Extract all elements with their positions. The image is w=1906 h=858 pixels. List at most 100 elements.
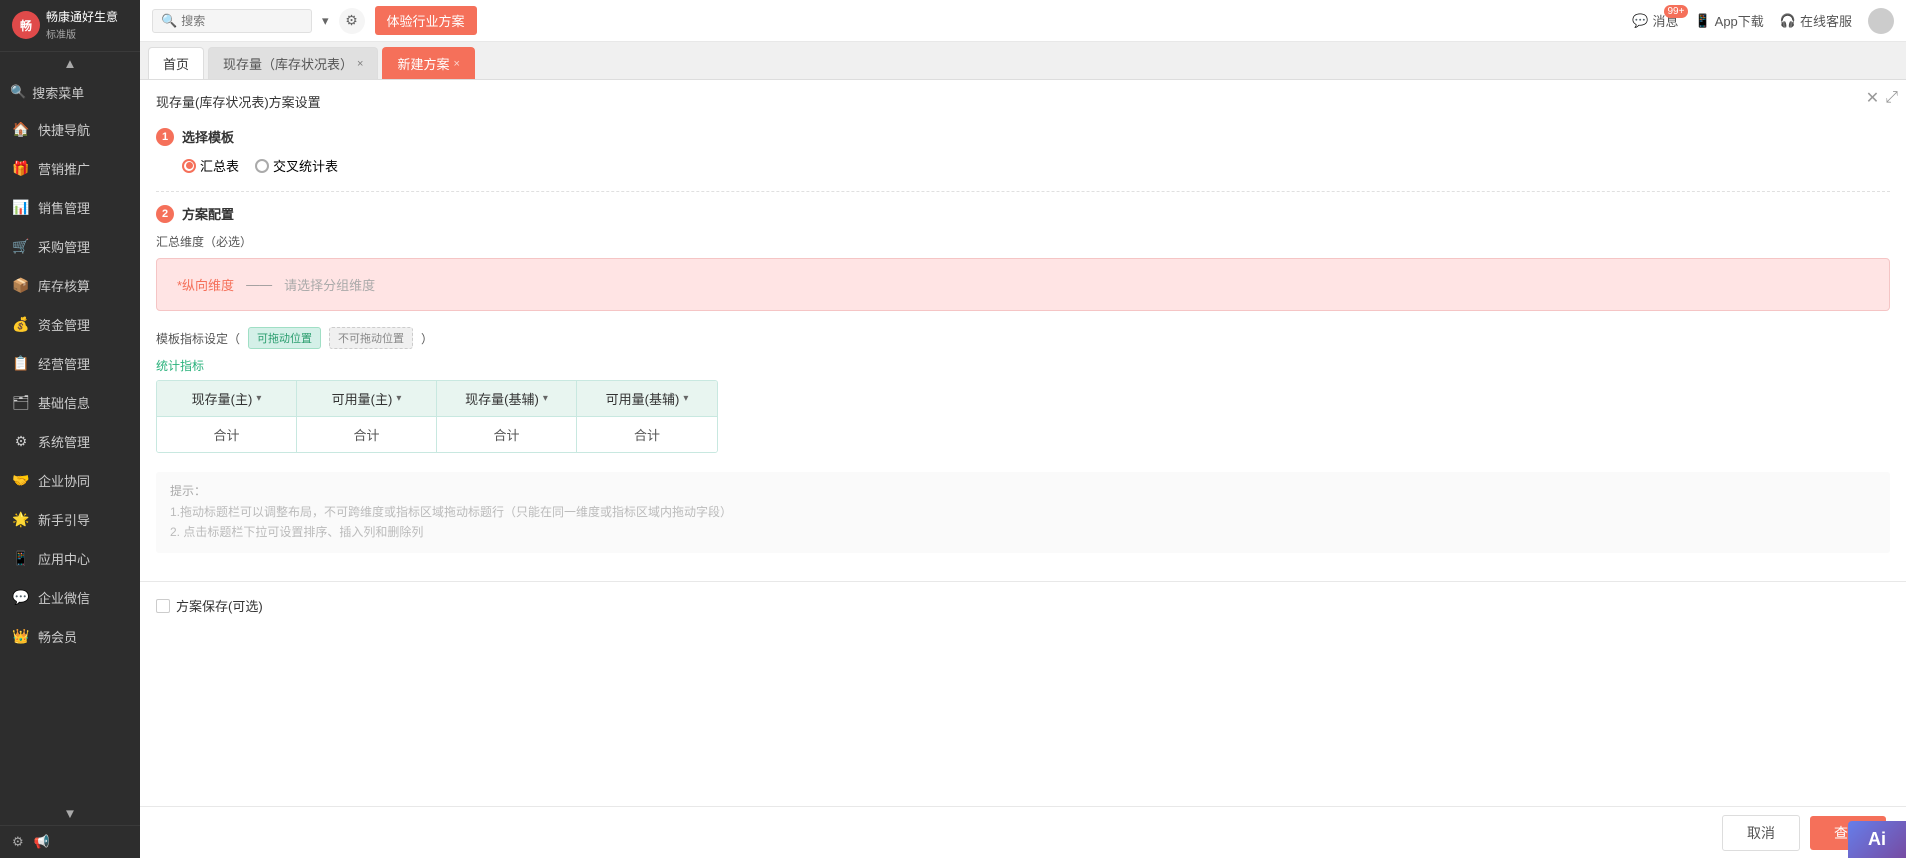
- stats-col-3-header[interactable]: 可用量(基辅) ▾: [577, 381, 717, 416]
- tips-title: 提示：: [170, 482, 1876, 499]
- sidebar: 畅 畅康通好生意 标准版 ▲ 🔍 搜索菜单 🏠 快捷导航 🎁 营销推广 📊 销售…: [0, 0, 140, 858]
- stats-config: 统计指标 现存量(主) ▾ 可用量(主) ▾: [156, 357, 1890, 456]
- topbar-dropdown[interactable]: ▾: [322, 13, 329, 29]
- step1-section: 1 选择模板 汇总表 交叉统计表: [156, 127, 1890, 175]
- sidebar-item-label: 经营管理: [38, 354, 90, 373]
- sales-icon: 📊: [12, 198, 30, 216]
- ai-badge[interactable]: Ai: [1848, 821, 1906, 858]
- plan-panel: 现存量(库存状况表)方案设置 1 选择模板 汇总表 交叉统计表: [140, 80, 1906, 581]
- settings-icon[interactable]: ⚙: [12, 834, 24, 850]
- sidebar-item-label: 基础信息: [38, 393, 90, 412]
- quick-nav-icon: 🏠: [12, 120, 30, 138]
- sidebar-item-member[interactable]: 👑 畅会员: [0, 617, 140, 656]
- save-checkbox[interactable]: [156, 599, 170, 613]
- content-area: ✕ ⤢ 现存量(库存状况表)方案设置 1 选择模板 汇总表 交叉: [140, 80, 1906, 806]
- stats-col-0-chevron[interactable]: ▾: [256, 393, 261, 404]
- stats-cell-0: 合计: [157, 416, 297, 452]
- sidebar-item-newbie[interactable]: 🌟 新手引导: [0, 500, 140, 539]
- tab-inventory-label: 现存量（库存状况表）: [223, 54, 353, 73]
- wechat-icon: 💬: [12, 588, 30, 606]
- sidebar-item-sales[interactable]: 📊 销售管理: [0, 188, 140, 227]
- step2-title: 方案配置: [182, 204, 234, 223]
- sidebar-item-label: 新手引导: [38, 510, 90, 529]
- message-count: 99+: [1664, 5, 1689, 18]
- tab-inventory-status[interactable]: 现存量（库存状况表） ×: [208, 47, 378, 79]
- movable-badge: 可拖动位置: [248, 327, 321, 349]
- cancel-button[interactable]: 取消: [1722, 815, 1800, 851]
- sidebar-item-inventory[interactable]: 📦 库存核算: [0, 266, 140, 305]
- tips-section: 提示： 1.拖动标题栏可以调整布局，不可跨维度或指标区域拖动标题行（只能在同一维…: [156, 472, 1890, 553]
- app-download-label: App下载: [1715, 11, 1764, 30]
- radio-summary[interactable]: 汇总表: [182, 156, 239, 175]
- message-badge[interactable]: 💬 消息 99+: [1632, 11, 1678, 30]
- sidebar-item-finance[interactable]: 💰 资金管理: [0, 305, 140, 344]
- speaker-icon[interactable]: 📢: [34, 834, 50, 850]
- sidebar-item-business[interactable]: 📋 经营管理: [0, 344, 140, 383]
- sidebar-item-cooperation[interactable]: 🤝 企业协同: [0, 461, 140, 500]
- cooperation-icon: 🤝: [12, 471, 30, 489]
- radio-cross-label: 交叉统计表: [273, 156, 338, 175]
- sidebar-item-wechat[interactable]: 💬 企业微信: [0, 578, 140, 617]
- action-bar: 取消 查询: [140, 806, 1906, 858]
- topbar-search-box[interactable]: 🔍: [152, 9, 312, 33]
- main-area: 🔍 ▾ ⚙ 体验行业方案 💬 消息 99+ 📱 App下载 🎧 在线客服: [140, 0, 1906, 858]
- sidebar-item-marketing[interactable]: 🎁 营销推广: [0, 149, 140, 188]
- topbar-right: 💬 消息 99+ 📱 App下载 🎧 在线客服: [1632, 8, 1894, 34]
- sidebar-item-basic-info[interactable]: 🗂 基础信息: [0, 383, 140, 422]
- system-icon: ⚙: [12, 432, 30, 450]
- stats-col-3-chevron[interactable]: ▾: [683, 393, 688, 404]
- panel-expand-button[interactable]: ⤢: [1885, 89, 1898, 107]
- radio-summary-circle: [182, 159, 196, 173]
- indicator-settings-prefix: 模板指标设定（: [156, 330, 240, 347]
- sidebar-item-system[interactable]: ⚙ 系统管理: [0, 422, 140, 461]
- sidebar-item-label: 营销推广: [38, 159, 90, 178]
- purchase-icon: 🛒: [12, 237, 30, 255]
- sidebar-scroll-down[interactable]: ▼: [0, 802, 140, 825]
- stats-col-0-header[interactable]: 现存量(主) ▾: [157, 381, 297, 416]
- sidebar-item-app-center[interactable]: 📱 应用中心: [0, 539, 140, 578]
- newbie-icon: 🌟: [12, 510, 30, 528]
- stats-col-2-chevron[interactable]: ▾: [543, 393, 548, 404]
- dimension-box[interactable]: *纵向维度 —— 请选择分组维度: [156, 258, 1890, 311]
- tab-home[interactable]: 首页: [148, 47, 204, 79]
- radio-summary-label: 汇总表: [200, 156, 239, 175]
- sidebar-nav: 🏠 快捷导航 🎁 营销推广 📊 销售管理 🛒 采购管理 📦 库存核算 💰 资金管…: [0, 110, 140, 802]
- sidebar-item-quick-nav[interactable]: 🏠 快捷导航: [0, 110, 140, 149]
- online-service-label: 在线客服: [1800, 11, 1852, 30]
- fixed-badge: 不可拖动位置: [329, 327, 413, 349]
- stats-col-2-header-label: 现存量(基辅): [465, 389, 539, 408]
- app-download-link[interactable]: 📱 App下载: [1694, 11, 1763, 30]
- sidebar-item-label: 快捷导航: [38, 120, 90, 139]
- tab-new-plan-close-icon[interactable]: ×: [453, 58, 459, 70]
- basic-info-icon: 🗂: [12, 393, 30, 411]
- panel-close-button[interactable]: ✕: [1866, 88, 1879, 108]
- panel-controls: ✕ ⤢: [1858, 80, 1906, 116]
- stats-data-row: 合计 合计 合计 合计: [157, 416, 717, 452]
- tips-item-0: 1.拖动标题栏可以调整布局，不可跨维度或指标区域拖动标题行（只能在同一维度或指标…: [170, 503, 1876, 520]
- sidebar-search-item[interactable]: 🔍 搜索菜单: [0, 75, 140, 110]
- radio-cross[interactable]: 交叉统计表: [255, 156, 338, 175]
- logo-text-block: 畅康通好生意 标准版: [46, 10, 118, 41]
- topbar-search-input[interactable]: [181, 14, 303, 28]
- industry-plan-button[interactable]: 体验行业方案: [375, 6, 477, 35]
- gear-icon: ⚙: [345, 12, 358, 29]
- topbar-gear-button[interactable]: ⚙: [339, 8, 365, 34]
- member-icon: 👑: [12, 627, 30, 645]
- finance-icon: 💰: [12, 315, 30, 333]
- tab-home-label: 首页: [163, 54, 189, 73]
- tab-new-plan[interactable]: 新建方案 ×: [382, 47, 474, 79]
- user-avatar[interactable]: [1868, 8, 1894, 34]
- sidebar-item-purchase[interactable]: 🛒 采购管理: [0, 227, 140, 266]
- step1-header: 1 选择模板: [156, 127, 1890, 146]
- sidebar-logo: 畅 畅康通好生意 标准版: [0, 0, 140, 52]
- tab-inventory-close-icon[interactable]: ×: [357, 58, 363, 70]
- stats-col-2-header[interactable]: 现存量(基辅) ▾: [437, 381, 577, 416]
- sidebar-item-label: 应用中心: [38, 549, 90, 568]
- stats-col-1-header[interactable]: 可用量(主) ▾: [297, 381, 437, 416]
- dimension-placeholder: 请选择分组维度: [284, 275, 375, 294]
- stats-header-row: 现存量(主) ▾ 可用量(主) ▾ 现存量(基辅) ▾: [157, 381, 717, 416]
- stats-cell-2: 合计: [437, 416, 577, 452]
- online-service-link[interactable]: 🎧 在线客服: [1780, 11, 1852, 30]
- sidebar-scroll-up[interactable]: ▲: [0, 52, 140, 75]
- stats-col-1-chevron[interactable]: ▾: [396, 393, 401, 404]
